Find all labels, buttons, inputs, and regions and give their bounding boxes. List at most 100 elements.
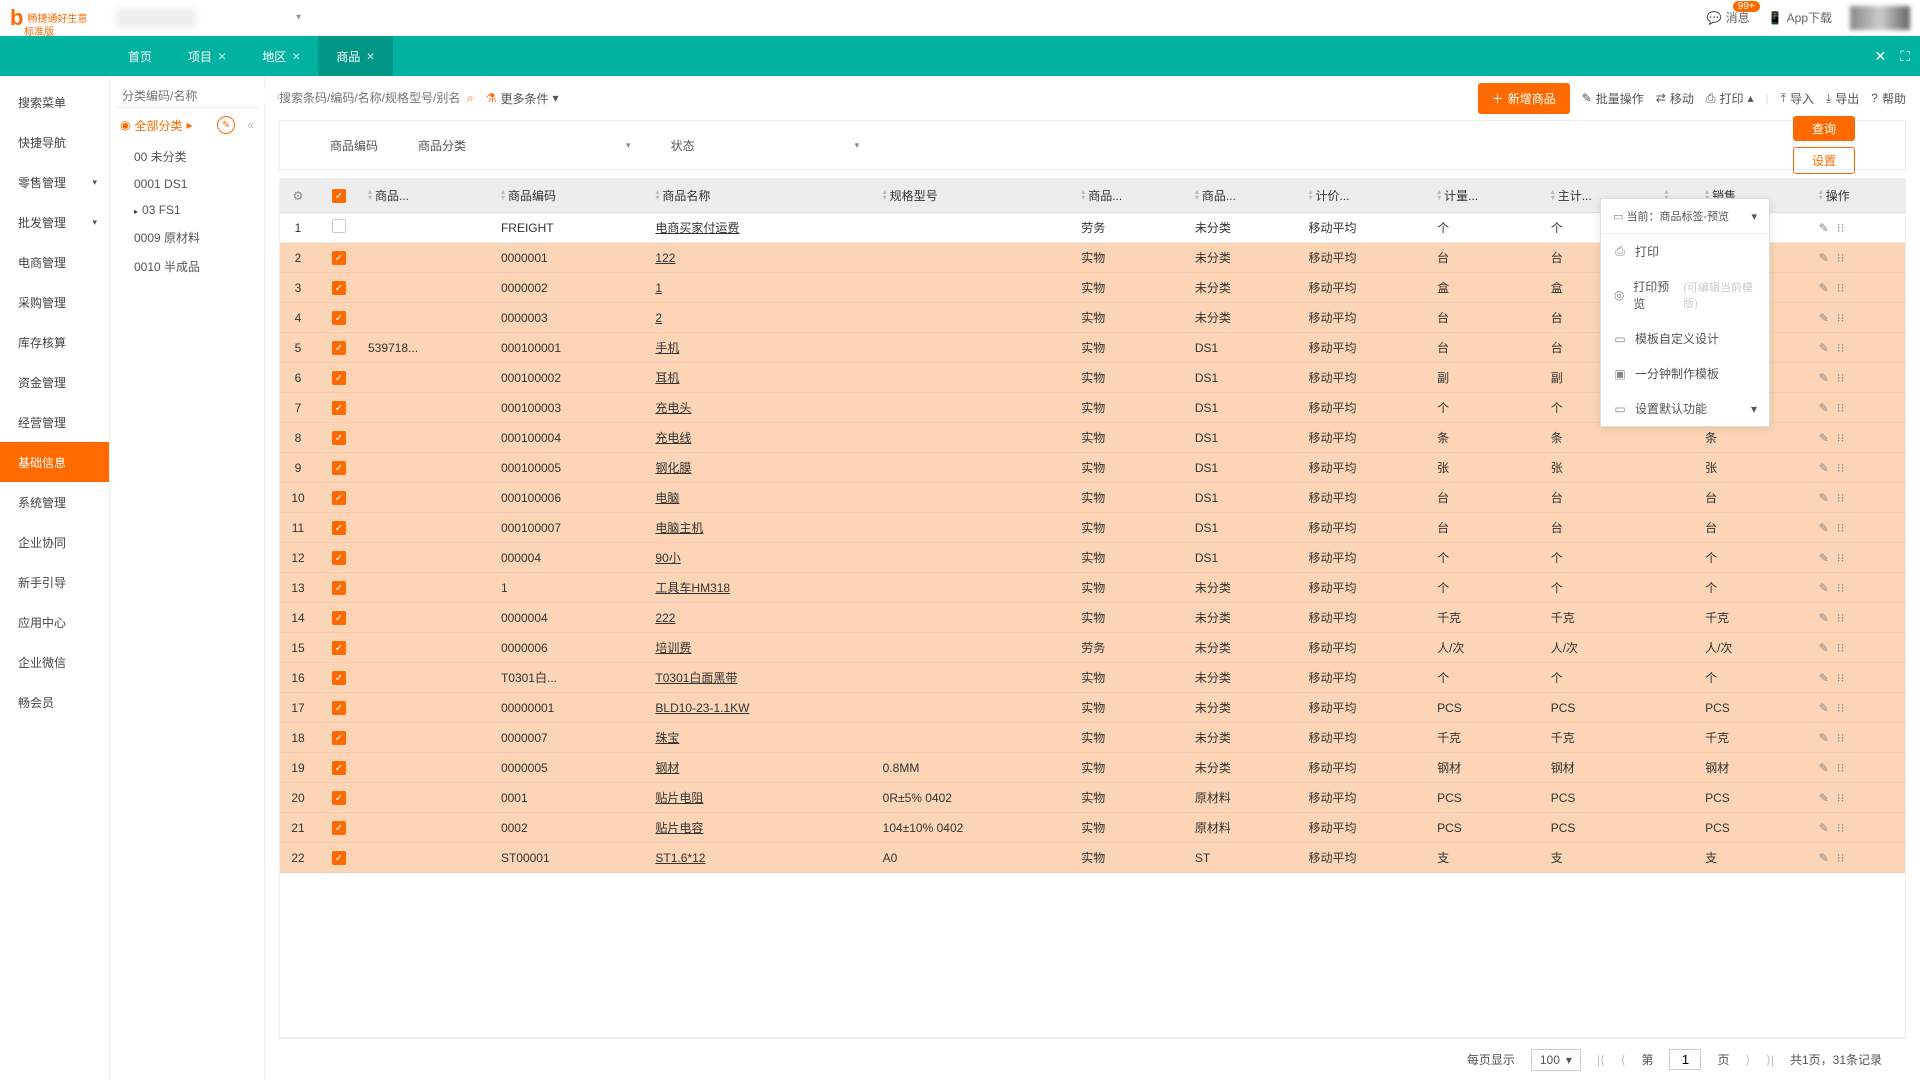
col-header[interactable]: ▴▾商品... [362, 179, 495, 213]
checkbox[interactable] [332, 219, 346, 233]
edit-icon[interactable]: ✎ [1819, 701, 1829, 715]
col-header[interactable]: ⚙ [280, 179, 316, 213]
product-name-link[interactable]: 钢材 [655, 761, 679, 775]
sidebar-item[interactable]: 零售管理▾ [0, 162, 109, 202]
sidebar-item[interactable]: 基础信息 [0, 442, 109, 482]
checkbox[interactable]: ✓ [332, 641, 346, 655]
dd-default[interactable]: ▭设置默认功能▾ [1601, 391, 1769, 426]
more-icon[interactable]: ⁝⁝ [1837, 791, 1845, 805]
product-name-link[interactable]: T0301白面黑带 [655, 671, 737, 685]
tab-首页[interactable]: 首页 [110, 36, 170, 76]
search-input[interactable] [279, 91, 459, 105]
tab-项目[interactable]: 项目× [170, 36, 244, 76]
checkbox[interactable]: ✓ [332, 731, 346, 745]
sidebar-item[interactable]: 企业微信 [0, 642, 109, 682]
edit-icon[interactable]: ✎ [1819, 821, 1829, 835]
col-header[interactable]: ▴▾计量... [1431, 179, 1545, 213]
table-row[interactable]: 22✓ST00001ST1.6*12A0实物ST移动平均支支支✎⁝⁝ [280, 843, 1905, 873]
all-categories[interactable]: ◉ 全部分类 ▸ [120, 117, 193, 134]
close-icon[interactable]: × [366, 48, 374, 64]
filter-category[interactable]: 商品分类▾ [418, 137, 631, 154]
checkbox[interactable]: ✓ [332, 311, 346, 325]
checkbox[interactable]: ✓ [332, 371, 346, 385]
table-row[interactable]: 14✓0000004222实物未分类移动平均千克千克千克✎⁝⁝ [280, 603, 1905, 633]
more-icon[interactable]: ⁝⁝ [1837, 701, 1845, 715]
sidebar-item[interactable]: 电商管理 [0, 242, 109, 282]
more-icon[interactable]: ⁝⁝ [1837, 431, 1845, 445]
dd-print[interactable]: ⎙打印 [1601, 234, 1769, 269]
table-row[interactable]: 12✓00000490小实物DS1移动平均个个个✎⁝⁝ [280, 543, 1905, 573]
checkbox[interactable]: ✓ [332, 671, 346, 685]
batch-button[interactable]: ✎ 批量操作 [1582, 90, 1644, 107]
col-header[interactable]: ▴▾商品编码 [495, 179, 649, 213]
move-button[interactable]: ⇄ 移动 [1656, 90, 1694, 107]
close-all-icon[interactable]: ✕ [1874, 48, 1886, 65]
col-header[interactable]: ▴▾商品名称 [649, 179, 876, 213]
sidebar-item[interactable]: 快捷导航 [0, 122, 109, 162]
close-icon[interactable]: × [218, 48, 226, 64]
tab-地区[interactable]: 地区× [244, 36, 318, 76]
product-name-link[interactable]: 1 [655, 281, 662, 295]
checkbox[interactable]: ✓ [332, 851, 346, 865]
checkbox[interactable]: ✓ [332, 821, 346, 835]
more-conditions-button[interactable]: ⚗ 更多条件 ▾ [486, 90, 559, 107]
table-row[interactable]: 15✓0000006培训费劳务未分类移动平均人/次人/次人/次✎⁝⁝ [280, 633, 1905, 663]
edit-icon[interactable]: ✎ [1819, 281, 1829, 295]
prev-page-button[interactable]: ⟨ [1621, 1053, 1626, 1067]
search-button[interactable]: 查询 [1793, 116, 1855, 141]
product-name-link[interactable]: 电脑主机 [655, 521, 703, 535]
more-icon[interactable]: ⁝⁝ [1837, 311, 1845, 325]
tree-search-input[interactable] [122, 89, 277, 103]
sidebar-item[interactable]: 畅会员 [0, 682, 109, 722]
table-row[interactable]: 8✓000100004充电线实物DS1移动平均条条条✎⁝⁝ [280, 423, 1905, 453]
dd-preview[interactable]: ◎打印预览 (可编辑当前模版) [1601, 269, 1769, 321]
col-header[interactable]: ▴▾规格型号 [877, 179, 1076, 213]
first-page-button[interactable]: |⟨ [1597, 1053, 1605, 1067]
export-button[interactable]: ⤓ 导出 [1826, 90, 1859, 107]
sidebar-item[interactable]: 搜索菜单 [0, 82, 109, 122]
product-name-link[interactable]: 90小 [655, 551, 680, 565]
product-name-link[interactable]: 电脑 [655, 491, 679, 505]
sidebar-item[interactable]: 应用中心 [0, 602, 109, 642]
more-icon[interactable]: ⁝⁝ [1837, 281, 1845, 295]
import-button[interactable]: ⤒ 导入 [1781, 90, 1814, 107]
checkbox[interactable]: ✓ [332, 581, 346, 595]
edit-icon[interactable]: ✎ [1819, 671, 1829, 685]
fullscreen-icon[interactable]: ⛶ [1900, 48, 1910, 65]
edit-icon[interactable]: ✎ [1819, 611, 1829, 625]
checkbox[interactable]: ✓ [332, 491, 346, 505]
sidebar-item[interactable]: 系统管理 [0, 482, 109, 522]
edit-icon[interactable]: ✎ [1819, 851, 1829, 865]
next-page-button[interactable]: ⟩ [1745, 1053, 1750, 1067]
sidebar-item[interactable]: 批发管理▾ [0, 202, 109, 242]
product-name-link[interactable]: 珠宝 [655, 731, 679, 745]
product-name-link[interactable]: 2 [655, 311, 662, 325]
product-name-link[interactable]: 122 [655, 251, 675, 265]
checkbox-all[interactable]: ✓ [332, 189, 346, 203]
print-button[interactable]: ⎙ 打印 ▴ [1706, 90, 1754, 107]
product-name-link[interactable]: 工具车HM318 [655, 581, 730, 595]
chevron-down-icon[interactable]: ▾ [296, 12, 301, 23]
table-row[interactable]: 21✓0002贴片电容104±10% 0402实物原材料移动平均PCSPCSPC… [280, 813, 1905, 843]
checkbox[interactable]: ✓ [332, 461, 346, 475]
product-name-link[interactable]: 贴片电阻 [655, 791, 703, 805]
edit-icon[interactable]: ✎ [1819, 551, 1829, 565]
table-row[interactable]: 9✓000100005钢化膜实物DS1移动平均张张张✎⁝⁝ [280, 453, 1905, 483]
edit-icon[interactable]: ✎ [1819, 401, 1829, 415]
checkbox[interactable]: ✓ [332, 401, 346, 415]
edit-icon[interactable]: ✎ [1819, 791, 1829, 805]
table-row[interactable]: 18✓0000007珠宝实物未分类移动平均千克千克千克✎⁝⁝ [280, 723, 1905, 753]
col-header[interactable]: ▴▾操作 [1813, 179, 1905, 213]
sidebar-item[interactable]: 资金管理 [0, 362, 109, 402]
edit-icon[interactable]: ✎ [1819, 491, 1829, 505]
sidebar-item[interactable]: 企业协同 [0, 522, 109, 562]
more-icon[interactable]: ⁝⁝ [1837, 551, 1845, 565]
more-icon[interactable]: ⁝⁝ [1837, 251, 1845, 265]
table-row[interactable]: 11✓000100007电脑主机实物DS1移动平均台台台✎⁝⁝ [280, 513, 1905, 543]
edit-icon[interactable]: ✎ [1819, 521, 1829, 535]
product-name-link[interactable]: 钢化膜 [655, 461, 691, 475]
product-name-link[interactable]: 培训费 [655, 641, 691, 655]
more-icon[interactable]: ⁝⁝ [1837, 221, 1845, 235]
table-row[interactable]: 13✓1工具车HM318实物未分类移动平均个个个✎⁝⁝ [280, 573, 1905, 603]
gear-icon[interactable]: ⚙ [293, 189, 304, 203]
